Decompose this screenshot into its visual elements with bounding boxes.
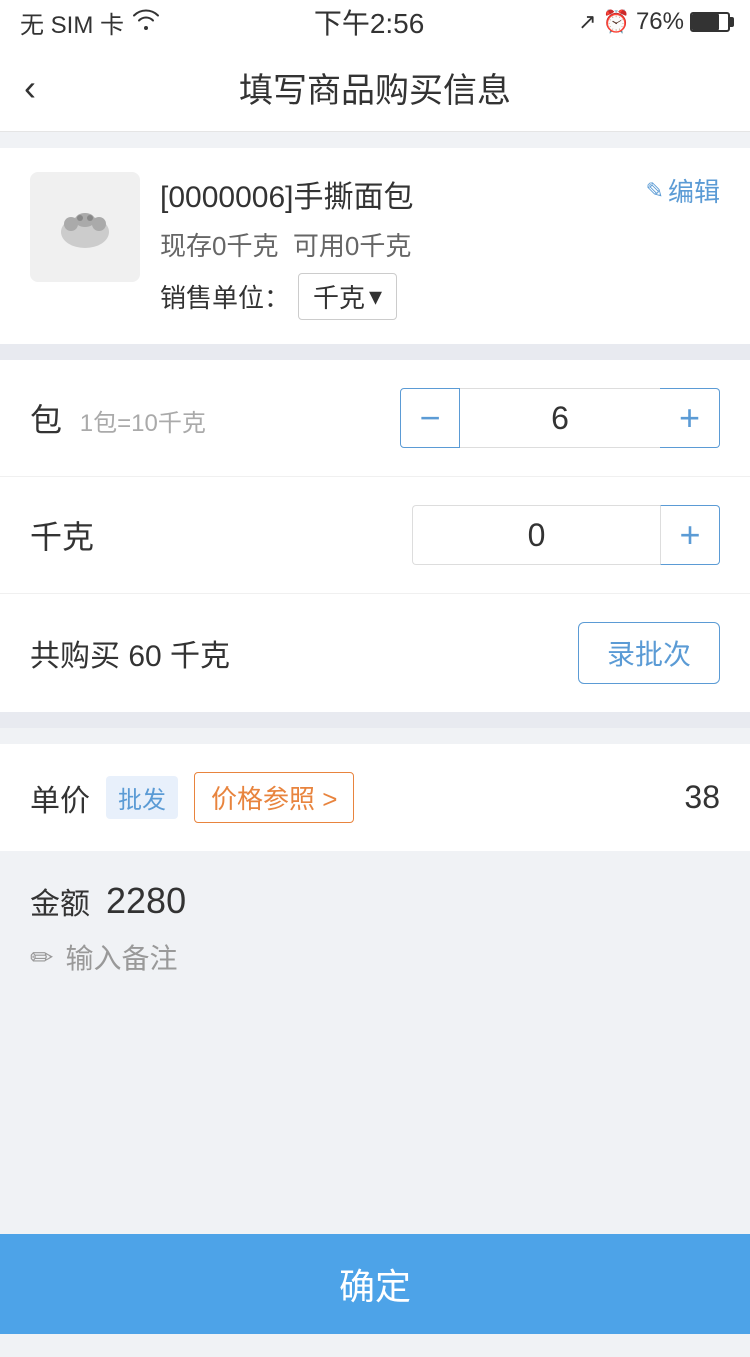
- confirm-button[interactable]: 确定: [0, 1234, 750, 1334]
- carrier-text: 无 SIM 卡: [20, 5, 124, 40]
- back-button[interactable]: ‹: [24, 67, 36, 109]
- product-stock: 现存0千克 可用0千克: [160, 226, 626, 263]
- amount-row: 金额 2280: [30, 879, 720, 923]
- chevron-down-icon: ▾: [369, 281, 382, 312]
- pack-label: 包: [30, 402, 62, 438]
- kg-plus-button[interactable]: +: [660, 505, 720, 565]
- unit-select[interactable]: 千克 ▾: [298, 273, 397, 320]
- status-time: 下午2:56: [314, 2, 425, 42]
- separator-1: [0, 344, 750, 360]
- pencil-icon: ✏: [30, 941, 53, 974]
- edit-button[interactable]: ✎ 编辑: [646, 172, 720, 209]
- edit-icon: ✎: [646, 178, 664, 204]
- status-icons: ↗ ⏰ 76%: [578, 8, 730, 36]
- remark-row[interactable]: ✏ 输入备注: [30, 937, 720, 977]
- amount-label: 金额: [30, 879, 90, 923]
- batch-button[interactable]: 录批次: [578, 622, 720, 684]
- product-name: [0000006]手撕面包: [160, 172, 626, 216]
- pack-label-group: 包 1包=10千克: [30, 395, 206, 441]
- remark-text: 输入备注: [65, 937, 177, 977]
- pack-row: 包 1包=10千克 − +: [0, 360, 750, 477]
- status-bar: 无 SIM 卡 下午2:56 ↗ ⏰ 76%: [0, 0, 750, 44]
- kg-stepper: +: [412, 505, 720, 565]
- amount-section: 金额 2280 ✏ 输入备注: [0, 851, 750, 997]
- price-label: 单价: [30, 776, 90, 820]
- alarm-icon: ⏰: [603, 9, 630, 35]
- summary-text: 共购买 60 千克: [30, 631, 230, 675]
- pack-minus-button[interactable]: −: [400, 388, 460, 448]
- pack-hint: 1包=10千克: [80, 410, 206, 437]
- location-icon: ↗: [578, 9, 596, 35]
- summary-row: 共购买 60 千克 录批次: [0, 594, 750, 712]
- pack-input[interactable]: [460, 388, 660, 448]
- wifi-icon: [132, 8, 160, 37]
- product-info: [0000006]手撕面包 现存0千克 可用0千克 销售单位： 千克 ▾: [160, 172, 626, 320]
- separator-2: [0, 712, 750, 728]
- price-row: 单价 批发 价格参照 > 38: [0, 744, 750, 851]
- price-value: 38: [684, 779, 720, 816]
- kg-row: 千克 +: [0, 477, 750, 594]
- pack-stepper: − +: [400, 388, 720, 448]
- product-card: [0000006]手撕面包 现存0千克 可用0千克 销售单位： 千克 ▾ ✎ 编…: [0, 148, 750, 344]
- amount-value: 2280: [106, 880, 186, 922]
- battery-icon: [690, 12, 730, 32]
- kg-label: 千克: [30, 512, 94, 558]
- pack-plus-button[interactable]: +: [660, 388, 720, 448]
- price-badge: 批发: [106, 776, 178, 819]
- nav-bar: ‹ 填写商品购买信息: [0, 44, 750, 132]
- page-title: 填写商品购买信息: [239, 63, 511, 112]
- status-carrier: 无 SIM 卡: [20, 5, 160, 40]
- product-thumbnail: [30, 172, 140, 282]
- kg-input[interactable]: [412, 505, 660, 565]
- battery-percent: 76%: [636, 8, 684, 36]
- price-ref-button[interactable]: 价格参照 >: [194, 772, 354, 823]
- product-unit-row: 销售单位： 千克 ▾: [160, 273, 626, 320]
